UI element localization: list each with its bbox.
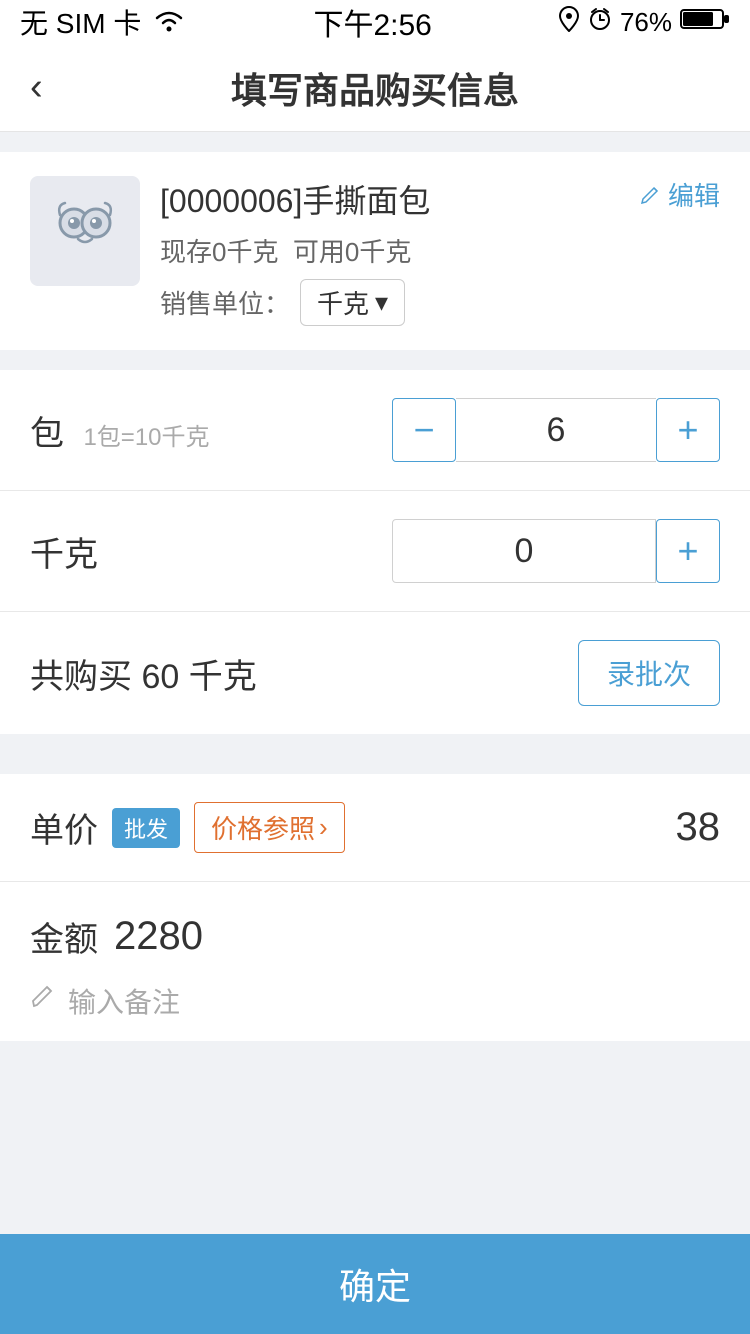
- price-ref-button[interactable]: 价格参照 ›: [194, 802, 345, 853]
- amount-value: 2280: [114, 914, 203, 959]
- price-row: 单价 批发 价格参照 › 38: [0, 774, 750, 882]
- status-time: 下午2:56: [313, 0, 431, 44]
- confirm-button[interactable]: 确定: [0, 1234, 750, 1334]
- product-thumbnail: [50, 195, 120, 267]
- unit-select[interactable]: 千克 ▾: [300, 279, 405, 326]
- product-image: [30, 176, 140, 286]
- product-stock: 现存0千克 可用0千克: [160, 232, 720, 269]
- battery-percent: 76%: [620, 7, 672, 38]
- location-icon: [558, 6, 580, 39]
- input-section: 包 1包=10千克 − + 千克 + 共购买 60 千克 录批次: [0, 370, 750, 734]
- price-label: 单价: [30, 803, 98, 852]
- product-name: [0000006]手撕面包: [160, 176, 720, 222]
- nav-bar: ‹ 填写商品购买信息: [0, 44, 750, 132]
- summary-row: 共购买 60 千克 录批次: [0, 612, 750, 734]
- pencil-icon: [30, 984, 58, 1019]
- status-left: 无 SIM 卡: [20, 2, 187, 42]
- alarm-icon: [588, 6, 612, 39]
- price-ref-arrow: ›: [319, 812, 328, 843]
- wifi-icon: [151, 6, 187, 39]
- package-row: 包 1包=10千克 − +: [0, 370, 750, 491]
- package-label: 包 1包=10千克: [30, 406, 392, 455]
- package-controls: − +: [392, 398, 720, 462]
- amount-row: 金额 2280: [30, 912, 720, 961]
- status-bar: 无 SIM 卡 下午2:56 76: [0, 0, 750, 44]
- product-unit: 销售单位： 千克 ▾: [160, 279, 720, 326]
- status-right: 76%: [558, 6, 730, 39]
- package-input[interactable]: [456, 398, 656, 462]
- page-title: 填写商品购买信息: [231, 62, 519, 114]
- kg-input[interactable]: [392, 519, 656, 583]
- package-minus-button[interactable]: −: [392, 398, 456, 462]
- product-info: [0000006]手撕面包 现存0千克 可用0千克 销售单位： 千克 ▾: [160, 176, 720, 326]
- amount-section: 金额 2280 输入备注: [0, 882, 750, 1041]
- remark-placeholder: 输入备注: [68, 981, 180, 1021]
- kg-label: 千克: [30, 527, 392, 576]
- sim-text: 无 SIM 卡: [20, 2, 141, 42]
- edit-button[interactable]: 编辑: [638, 176, 720, 213]
- amount-label: 金额: [30, 912, 98, 961]
- package-hint: 1包=10千克: [83, 424, 209, 451]
- battery-icon: [680, 7, 730, 38]
- price-badge: 批发: [112, 808, 180, 848]
- product-card: [0000006]手撕面包 现存0千克 可用0千克 销售单位： 千克 ▾ 编辑: [0, 152, 750, 350]
- kg-row: 千克 +: [0, 491, 750, 612]
- divider-2: [0, 734, 750, 754]
- price-value: 38: [676, 805, 721, 850]
- back-button[interactable]: ‹: [30, 66, 43, 109]
- package-plus-button[interactable]: +: [656, 398, 720, 462]
- chevron-down-icon: ▾: [375, 287, 388, 318]
- batch-button[interactable]: 录批次: [578, 640, 720, 706]
- kg-plus-button[interactable]: +: [656, 519, 720, 583]
- divider-1: [0, 350, 750, 370]
- kg-controls: +: [392, 519, 720, 583]
- summary-text: 共购买 60 千克: [30, 649, 257, 698]
- price-section: 单价 批发 价格参照 › 38: [0, 774, 750, 882]
- remark-row[interactable]: 输入备注: [30, 981, 720, 1021]
